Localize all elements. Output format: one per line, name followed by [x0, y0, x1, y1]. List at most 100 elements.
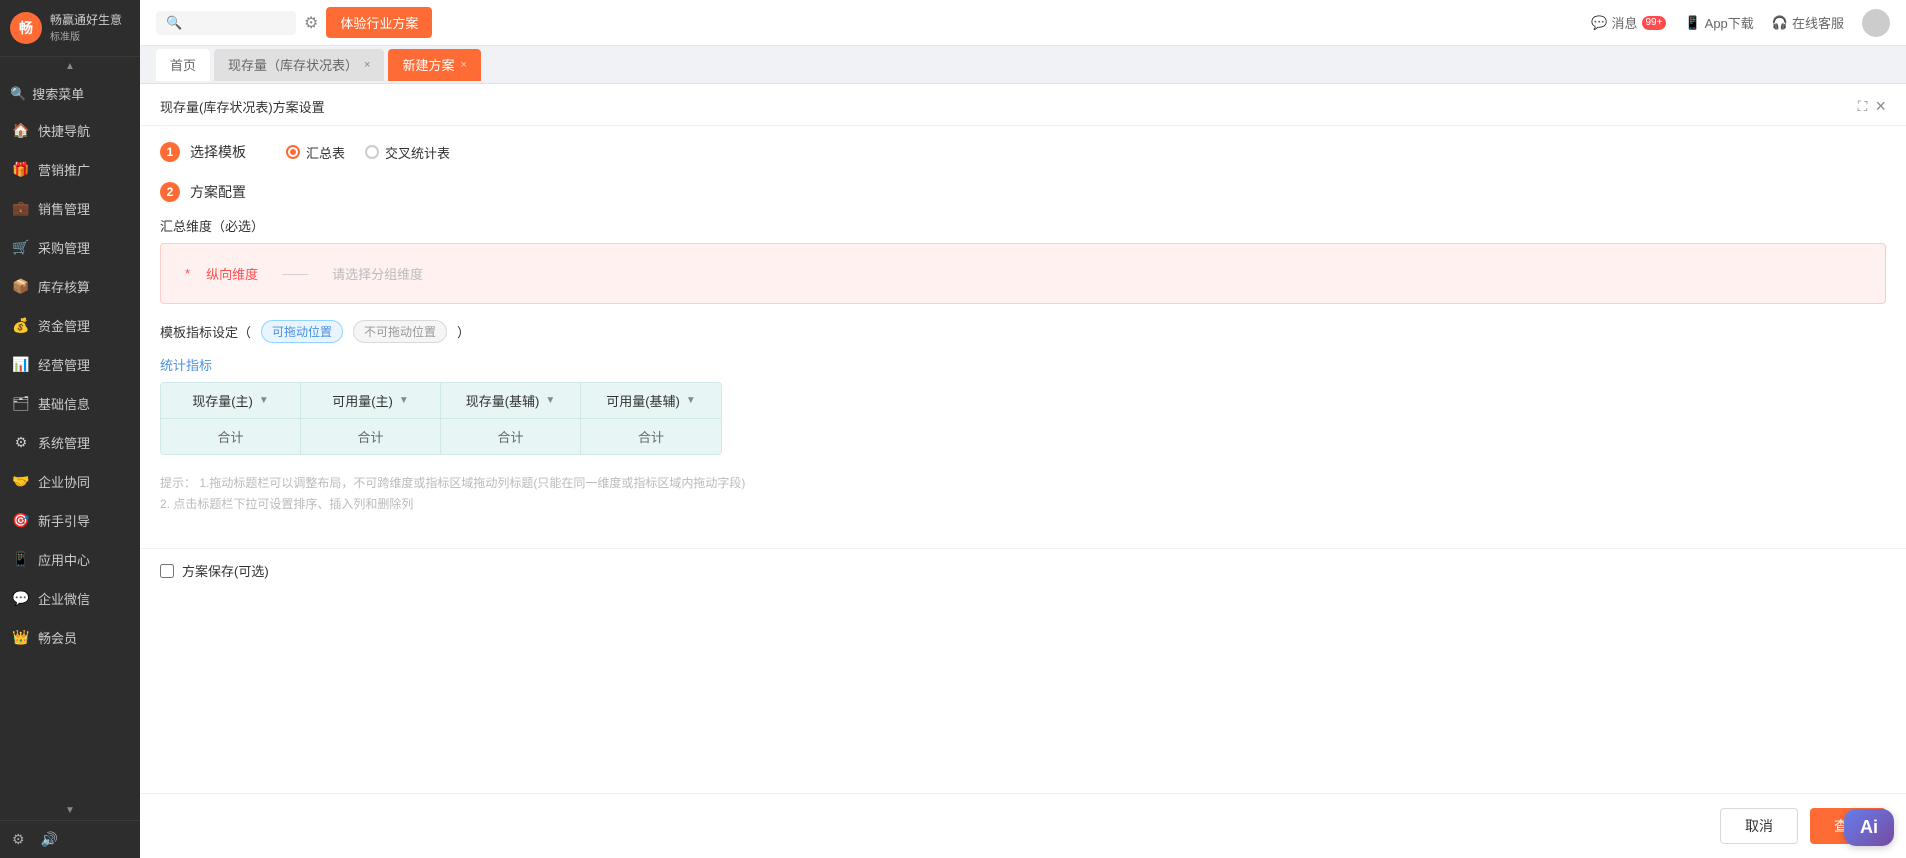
app-download-label: App下载 [1705, 13, 1754, 32]
message-button[interactable]: 💬 消息 99+ [1591, 13, 1666, 32]
quick-nav-icon: 🏠 [12, 122, 30, 140]
app-center-icon: 📱 [12, 551, 30, 569]
stats-section: 统计指标 现存量(主) ▼ 合计 [160, 355, 1886, 458]
sidebar-item-marketing[interactable]: 🎁 营销推广 [0, 150, 140, 189]
scroll-down-arrow[interactable]: ▼ [0, 801, 140, 820]
sidebar-item-wechat[interactable]: 💬 企业微信 [0, 579, 140, 618]
sidebar-item-label: 企业协同 [38, 472, 90, 491]
app-edition: 标准版 [50, 28, 122, 43]
basic-info-icon: 🗂 [12, 395, 30, 413]
sidebar-item-finance[interactable]: 💰 资金管理 [0, 306, 140, 345]
sidebar-item-label: 经营管理 [38, 355, 90, 374]
sidebar-item-inventory[interactable]: 📦 库存核算 [0, 267, 140, 306]
scroll-up-arrow[interactable]: ▲ [0, 57, 140, 76]
radio-summary[interactable]: 汇总表 [286, 143, 345, 162]
message-badge: 99+ [1642, 16, 1667, 30]
marketing-icon: 🎁 [12, 161, 30, 179]
stats-col-0-dropdown[interactable]: ▼ [259, 395, 269, 406]
stats-col-1-dropdown[interactable]: ▼ [399, 395, 409, 406]
sidebar-item-app-center[interactable]: 📱 应用中心 [0, 540, 140, 579]
message-label: 消息 [1611, 13, 1637, 32]
app-download-button[interactable]: 📱 App下载 [1684, 13, 1753, 32]
radio-cross-label: 交叉统计表 [385, 143, 450, 162]
topbar-gear-icon[interactable]: ⚙ [304, 13, 318, 33]
tab-home[interactable]: 首页 [156, 49, 210, 81]
stats-col-3-header[interactable]: 可用量(基辅) ▼ [581, 383, 721, 419]
finance-icon: 💰 [12, 317, 30, 335]
sidebar-search-label: 搜索菜单 [32, 84, 84, 103]
stats-col-2-header[interactable]: 现存量(基辅) ▼ [441, 383, 580, 419]
step2-section: 2 方案配置 汇总维度（必选） * 纵向维度 —— 请选择分组维度 [160, 182, 1886, 512]
stats-col-2-dropdown[interactable]: ▼ [545, 395, 555, 406]
indicator-setting-label: 模板指标设定（ [160, 322, 251, 341]
topbar: 🔍 ⚙ 体验行业方案 💬 消息 99+ 📱 App下载 🎧 在线客服 [140, 0, 1906, 46]
expand-icon[interactable]: ⛶ [1858, 98, 1868, 115]
inventory-icon: 📦 [12, 278, 30, 296]
stats-col-1: 可用量(主) ▼ 合计 [301, 383, 441, 454]
topbar-search-box[interactable]: 🔍 [156, 11, 296, 35]
tip-line-2: 2. 点击标题栏下拉可设置排序、插入列和删除列 [160, 495, 1886, 512]
stats-col-1-body: 合计 [301, 419, 440, 454]
tab-inventory-status-close[interactable]: × [364, 59, 370, 71]
cancel-button[interactable]: 取消 [1720, 808, 1798, 844]
radio-summary-circle [286, 145, 300, 159]
sidebar-item-basic-info[interactable]: 🗂 基础信息 [0, 384, 140, 423]
main-area: 🔍 ⚙ 体验行业方案 💬 消息 99+ 📱 App下载 🎧 在线客服 [140, 0, 1906, 858]
trial-industry-button[interactable]: 体验行业方案 [326, 7, 432, 38]
system-icon: ⚙ [12, 434, 30, 452]
sidebar-logo: 畅 畅赢通好生意 标准版 [0, 0, 140, 57]
sidebar-item-purchase[interactable]: 🛒 采购管理 [0, 228, 140, 267]
tab-new-scheme-label: 新建方案 [402, 55, 454, 74]
save-checkbox[interactable] [160, 564, 174, 578]
topbar-right: 💬 消息 99+ 📱 App下载 🎧 在线客服 [1591, 9, 1890, 37]
tab-home-label: 首页 [170, 55, 196, 74]
stats-col-3-dropdown[interactable]: ▼ [686, 395, 696, 406]
tab-new-scheme[interactable]: 新建方案 × [388, 49, 480, 81]
sidebar-item-operation[interactable]: 📊 经营管理 [0, 345, 140, 384]
stats-col-0-header[interactable]: 现存量(主) ▼ [161, 383, 300, 419]
volume-icon[interactable]: 🔊 [41, 831, 58, 848]
online-support-button[interactable]: 🎧 在线客服 [1772, 13, 1844, 32]
dimension-section-title: 汇总维度（必选） [160, 216, 1886, 235]
indicator-setting-suffix: ） [457, 322, 470, 341]
sidebar-item-enterprise[interactable]: 🤝 企业协同 [0, 462, 140, 501]
stats-table: 现存量(主) ▼ 合计 可用量(主) ▼ [160, 382, 722, 455]
stats-col-1-label: 可用量(主) [332, 391, 393, 410]
tab-inventory-status-label: 现存量（库存状况表） [228, 55, 358, 74]
stats-col-1-header[interactable]: 可用量(主) ▼ [301, 383, 440, 419]
sidebar-item-quick-nav[interactable]: 🏠 快捷导航 [0, 111, 140, 150]
required-star: * [185, 266, 190, 281]
stats-col-2: 现存量(基辅) ▼ 合计 [441, 383, 581, 454]
stats-table-header: 现存量(主) ▼ 合计 可用量(主) ▼ [161, 383, 721, 454]
operation-icon: 📊 [12, 356, 30, 374]
ai-badge[interactable]: Ai [1844, 809, 1894, 846]
page-close-icon[interactable]: × [1875, 96, 1886, 117]
app-name: 畅赢通好生意 [50, 13, 122, 29]
topbar-search-input[interactable] [188, 16, 288, 30]
page-header-right: ⛶ × [1858, 96, 1886, 117]
search-icon: 🔍 [10, 86, 26, 102]
sidebar-bottom: ⚙ 🔊 [0, 820, 140, 858]
app-icon: 畅 [10, 12, 42, 44]
page-header: 现存量(库存状况表)方案设置 ⛶ × [140, 84, 1906, 126]
stats-title: 统计指标 [160, 355, 1886, 374]
tab-new-scheme-close[interactable]: × [460, 59, 466, 71]
step2-header: 2 方案配置 [160, 182, 1886, 202]
form-body: 1 选择模板 汇总表 交叉统计表 [140, 126, 1906, 548]
sidebar-search[interactable]: 🔍 搜索菜单 [0, 76, 140, 111]
sidebar-item-label: 基础信息 [38, 394, 90, 413]
dimension-placeholder[interactable]: 请选择分组维度 [332, 264, 423, 283]
user-avatar[interactable] [1862, 9, 1890, 37]
sidebar-item-new-user[interactable]: 🎯 新手引导 [0, 501, 140, 540]
sidebar-item-label: 库存核算 [38, 277, 90, 296]
radio-cross[interactable]: 交叉统计表 [365, 143, 450, 162]
step1-section: 1 选择模板 汇总表 交叉统计表 [160, 142, 1886, 162]
dimension-box: * 纵向维度 —— 请选择分组维度 [160, 243, 1886, 304]
settings-icon[interactable]: ⚙ [12, 831, 25, 848]
tab-inventory-status[interactable]: 现存量（库存状况表） × [214, 49, 384, 81]
sidebar-item-member[interactable]: 👑 畅会员 [0, 618, 140, 657]
sidebar-item-system[interactable]: ⚙ 系统管理 [0, 423, 140, 462]
template-radio-group: 汇总表 交叉统计表 [286, 143, 450, 162]
sidebar-item-sales[interactable]: 💼 销售管理 [0, 189, 140, 228]
sidebar-item-label: 企业微信 [38, 589, 90, 608]
